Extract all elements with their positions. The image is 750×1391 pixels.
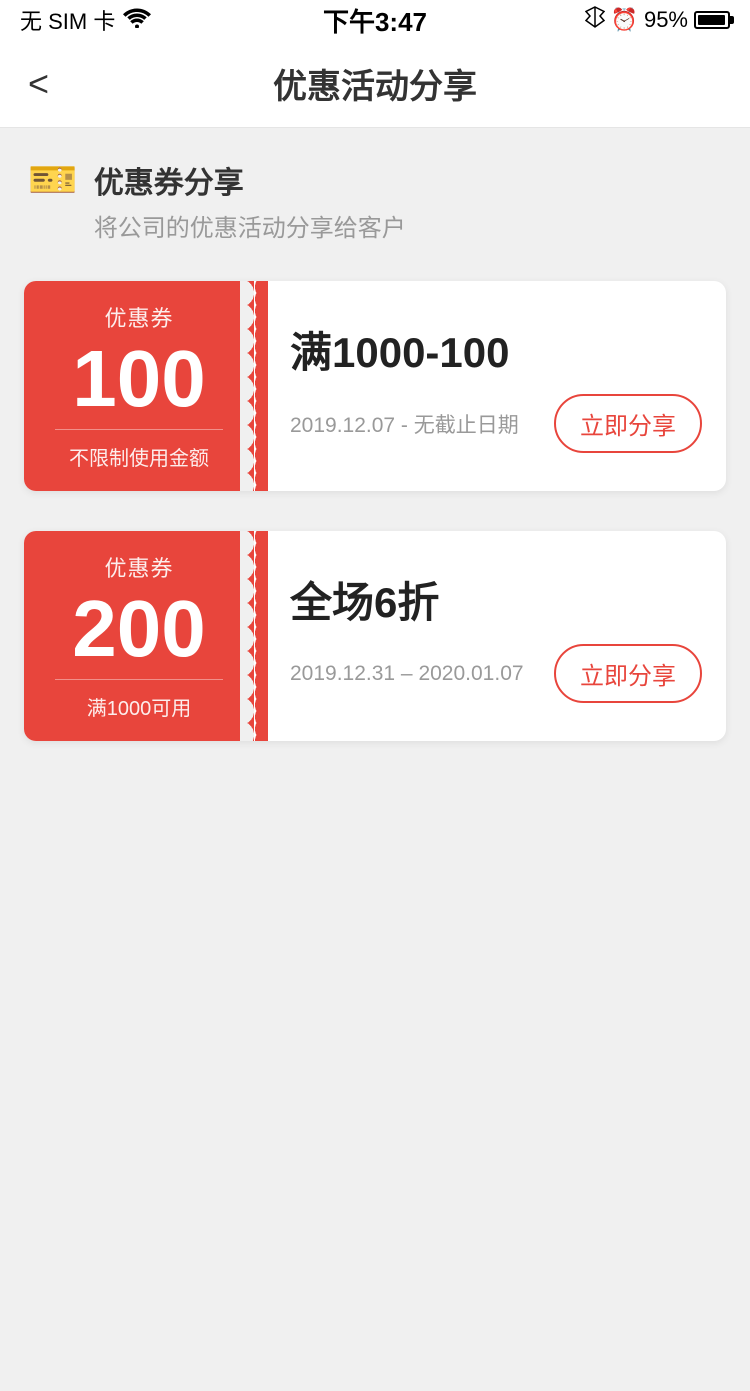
coupon-card-2: 优惠券 200 满1000可用 全场6折 2019.12.31 – 2020.0… — [24, 531, 726, 741]
coupon-condition-1: 不限制使用金额 — [69, 442, 209, 471]
coupon-right-2: 全场6折 2019.12.31 – 2020.01.07 立即分享 — [254, 531, 726, 741]
coupon-left-2: 优惠券 200 满1000可用 — [24, 531, 254, 741]
coupon-amount-2: 200 — [72, 589, 205, 669]
coupon-right-1: 满1000-100 2019.12.07 - 无截止日期 立即分享 — [254, 281, 726, 491]
section-title: 优惠券分享 — [94, 158, 406, 202]
status-right: ⏰ 95% — [585, 6, 730, 34]
coupon-footer-1: 2019.12.07 - 无截止日期 立即分享 — [290, 394, 702, 453]
share-button-2[interactable]: 立即分享 — [554, 644, 702, 703]
coupon-name-1: 满1000-100 — [290, 319, 702, 380]
coupon-amount-1: 100 — [72, 339, 205, 419]
battery-percent: 95% — [644, 7, 688, 33]
share-button-1[interactable]: 立即分享 — [554, 394, 702, 453]
coupon-divider-2 — [55, 679, 223, 680]
section-subtitle: 将公司的优惠活动分享给客户 — [94, 208, 406, 243]
location-icon — [585, 6, 605, 34]
nav-title: 优惠活动分享 — [273, 59, 477, 108]
status-time: 下午3:47 — [323, 2, 427, 39]
alarm-icon: ⏰ — [611, 7, 638, 33]
coupon-card-1: 优惠券 100 不限制使用金额 满1000-100 2019.12.07 - 无… — [24, 281, 726, 491]
battery-icon — [694, 11, 730, 29]
section-icon: 🎫 — [28, 160, 78, 200]
coupon-name-2: 全场6折 — [290, 569, 702, 630]
coupon-condition-2: 满1000可用 — [87, 692, 192, 721]
status-bar: 无 SIM 卡 下午3:47 ⏰ 95% — [0, 0, 750, 40]
coupon-left-1: 优惠券 100 不限制使用金额 — [24, 281, 254, 491]
coupon-date-1: 2019.12.07 - 无截止日期 — [290, 409, 544, 439]
wifi-icon — [123, 6, 151, 34]
coupon-footer-2: 2019.12.31 – 2020.01.07 立即分享 — [290, 644, 702, 703]
section-header: 🎫 优惠券分享 将公司的优惠活动分享给客户 — [0, 128, 750, 261]
carrier-text: 无 SIM 卡 — [20, 4, 115, 36]
coupon-label-1: 优惠券 — [104, 301, 173, 333]
coupon-divider-1 — [55, 429, 223, 430]
section-text-block: 优惠券分享 将公司的优惠活动分享给客户 — [94, 158, 406, 243]
coupon-list: 优惠券 100 不限制使用金额 满1000-100 2019.12.07 - 无… — [0, 261, 750, 791]
coupon-label-2: 优惠券 — [104, 551, 173, 583]
empty-area — [0, 791, 750, 1391]
status-left: 无 SIM 卡 — [20, 4, 151, 36]
nav-bar: < 优惠活动分享 — [0, 40, 750, 128]
back-button[interactable]: < — [28, 63, 49, 105]
coupon-date-2: 2019.12.31 – 2020.01.07 — [290, 662, 544, 686]
